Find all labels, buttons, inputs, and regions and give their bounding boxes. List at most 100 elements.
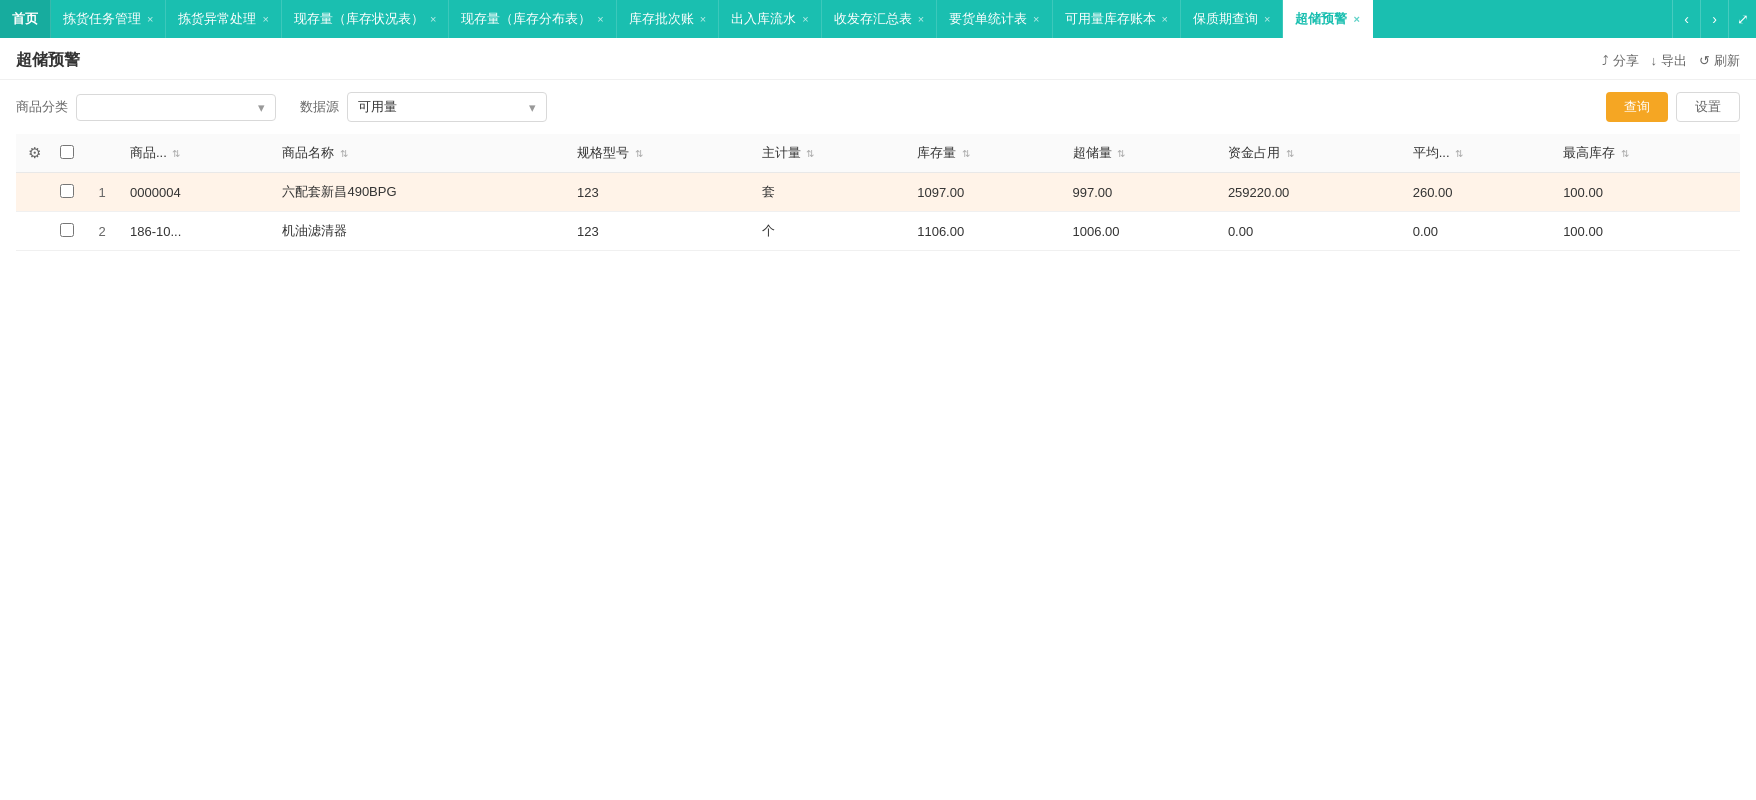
col-capital-sort: ⇅ <box>1286 148 1294 159</box>
col-goods-name-sort: ⇅ <box>340 148 348 159</box>
nav-overstock-close[interactable]: × <box>1353 13 1359 25</box>
nav-item-home[interactable]: 首页 <box>0 0 51 38</box>
select-all-checkbox[interactable] <box>60 145 74 159</box>
nav-item-overstock[interactable]: 超储预警 × <box>1283 0 1372 38</box>
category-label: 商品分类 <box>16 98 68 116</box>
row-overstock-qty: 997.00 <box>1065 173 1220 212</box>
col-capital[interactable]: 资金占用 ⇅ <box>1220 134 1405 173</box>
row-checkbox[interactable] <box>60 223 74 237</box>
nav-item-flow[interactable]: 出入库流水 × <box>719 0 821 38</box>
col-avg[interactable]: 平均... ⇅ <box>1405 134 1555 173</box>
nav-item-stock-dist[interactable]: 现存量（库存分布表） × <box>449 0 616 38</box>
share-button[interactable]: ⤴ 分享 <box>1602 52 1639 70</box>
nav-exception-close[interactable]: × <box>262 13 268 25</box>
datasource-filter-group: 数据源 可用量 ▾ <box>300 92 547 122</box>
nav-collect-label: 收发存汇总表 <box>834 10 912 28</box>
row-goods-name: 六配套新昌490BPG <box>274 173 569 212</box>
top-navigation: 首页 拣货任务管理 × 拣货异常处理 × 现存量（库存状况表） × 现存量（库存… <box>0 0 1756 38</box>
col-spec-sort: ⇅ <box>635 148 643 159</box>
row-spec: 123 <box>569 212 754 251</box>
share-icon: ⤴ <box>1602 53 1609 68</box>
col-goods-name[interactable]: 商品名称 ⇅ <box>274 134 569 173</box>
share-label: 分享 <box>1613 52 1639 70</box>
row-overstock-qty: 1006.00 <box>1065 212 1220 251</box>
col-stock-qty-label: 库存量 <box>917 145 956 160</box>
nav-stock-status-close[interactable]: × <box>430 13 436 25</box>
query-button[interactable]: 查询 <box>1606 92 1668 122</box>
nav-expand[interactable]: ⤢ <box>1728 0 1756 38</box>
col-max-stock-sort: ⇅ <box>1621 148 1629 159</box>
nav-available-close[interactable]: × <box>1162 13 1168 25</box>
category-arrow-icon: ▾ <box>258 100 265 115</box>
nav-home-label: 首页 <box>12 10 38 28</box>
nav-item-exception[interactable]: 拣货异常处理 × <box>166 0 281 38</box>
row-max-stock: 100.00 <box>1555 212 1740 251</box>
col-overstock-qty[interactable]: 超储量 ⇅ <box>1065 134 1220 173</box>
nav-item-task-mgmt[interactable]: 拣货任务管理 × <box>51 0 166 38</box>
col-overstock-qty-label: 超储量 <box>1073 145 1112 160</box>
table-body: 1 0000004 六配套新昌490BPG 123 套 1097.00 997.… <box>16 173 1740 251</box>
nav-available-label: 可用量库存账本 <box>1065 10 1156 28</box>
table-row[interactable]: 1 0000004 六配套新昌490BPG 123 套 1097.00 997.… <box>16 173 1740 212</box>
col-goods-code-label: 商品... <box>130 145 167 160</box>
col-stock-qty-sort: ⇅ <box>962 148 970 159</box>
refresh-button[interactable]: ↺ 刷新 <box>1699 52 1740 70</box>
refresh-label: 刷新 <box>1714 52 1740 70</box>
export-button[interactable]: ↓ 导出 <box>1651 52 1688 70</box>
col-row-num <box>82 134 122 173</box>
row-unit: 个 <box>754 212 909 251</box>
nav-flow-close[interactable]: × <box>802 13 808 25</box>
col-overstock-qty-sort: ⇅ <box>1117 148 1125 159</box>
nav-item-collect[interactable]: 收发存汇总表 × <box>822 0 937 38</box>
row-avg: 260.00 <box>1405 173 1555 212</box>
nav-item-order-stats[interactable]: 要货单统计表 × <box>937 0 1052 38</box>
table-container: ⚙ 商品... ⇅ 商品名称 ⇅ 规格型号 ⇅ <box>0 134 1756 251</box>
col-goods-code-sort: ⇅ <box>172 148 180 159</box>
row-stock-qty: 1106.00 <box>909 212 1064 251</box>
nav-item-expiry[interactable]: 保质期查询 × <box>1181 0 1283 38</box>
row-checkbox-cell[interactable] <box>52 212 82 251</box>
nav-item-available[interactable]: 可用量库存账本 × <box>1053 0 1181 38</box>
row-stock-qty: 1097.00 <box>909 173 1064 212</box>
header-actions: ⤴ 分享 ↓ 导出 ↺ 刷新 <box>1602 52 1741 70</box>
filter-actions: 查询 设置 <box>1606 92 1740 122</box>
nav-collect-close[interactable]: × <box>918 13 924 25</box>
nav-task-mgmt-close[interactable]: × <box>147 13 153 25</box>
nav-expiry-label: 保质期查询 <box>1193 10 1258 28</box>
nav-order-stats-close[interactable]: × <box>1033 13 1039 25</box>
settings-button[interactable]: 设置 <box>1676 92 1740 122</box>
nav-expiry-close[interactable]: × <box>1264 13 1270 25</box>
nav-right-arrow[interactable]: › <box>1700 0 1728 38</box>
category-select[interactable]: ▾ <box>76 94 276 121</box>
nav-stock-dist-close[interactable]: × <box>597 13 603 25</box>
datasource-label: 数据源 <box>300 98 339 116</box>
nav-arrows: ‹ › ⤢ <box>1672 0 1756 38</box>
table-row[interactable]: 2 186-10... 机油滤清器 123 个 1106.00 1006.00 … <box>16 212 1740 251</box>
nav-overstock-label: 超储预警 <box>1295 10 1347 28</box>
row-checkbox[interactable] <box>60 184 74 198</box>
col-unit[interactable]: 主计量 ⇅ <box>754 134 909 173</box>
col-max-stock[interactable]: 最高库存 ⇅ <box>1555 134 1740 173</box>
datasource-select[interactable]: 可用量 ▾ <box>347 92 547 122</box>
col-spec[interactable]: 规格型号 ⇅ <box>569 134 754 173</box>
table-header-row: ⚙ 商品... ⇅ 商品名称 ⇅ 规格型号 ⇅ <box>16 134 1740 173</box>
col-stock-qty[interactable]: 库存量 ⇅ <box>909 134 1064 173</box>
nav-order-stats-label: 要货单统计表 <box>949 10 1027 28</box>
nav-item-batch[interactable]: 库存批次账 × <box>617 0 719 38</box>
col-max-stock-label: 最高库存 <box>1563 145 1615 160</box>
export-icon: ↓ <box>1651 53 1658 68</box>
row-checkbox-cell[interactable] <box>52 173 82 212</box>
nav-batch-label: 库存批次账 <box>629 10 694 28</box>
col-goods-code[interactable]: 商品... ⇅ <box>122 134 274 173</box>
row-unit: 套 <box>754 173 909 212</box>
datasource-value: 可用量 <box>358 98 397 116</box>
row-capital: 0.00 <box>1220 212 1405 251</box>
gear-icon[interactable]: ⚙ <box>24 144 44 162</box>
col-settings: ⚙ <box>16 134 52 173</box>
nav-batch-close[interactable]: × <box>700 13 706 25</box>
col-avg-sort: ⇅ <box>1455 148 1463 159</box>
nav-left-arrow[interactable]: ‹ <box>1672 0 1700 38</box>
nav-item-stock-status[interactable]: 现存量（库存状况表） × <box>282 0 449 38</box>
row-goods-code: 186-10... <box>122 212 274 251</box>
nav-stock-status-label: 现存量（库存状况表） <box>294 10 424 28</box>
